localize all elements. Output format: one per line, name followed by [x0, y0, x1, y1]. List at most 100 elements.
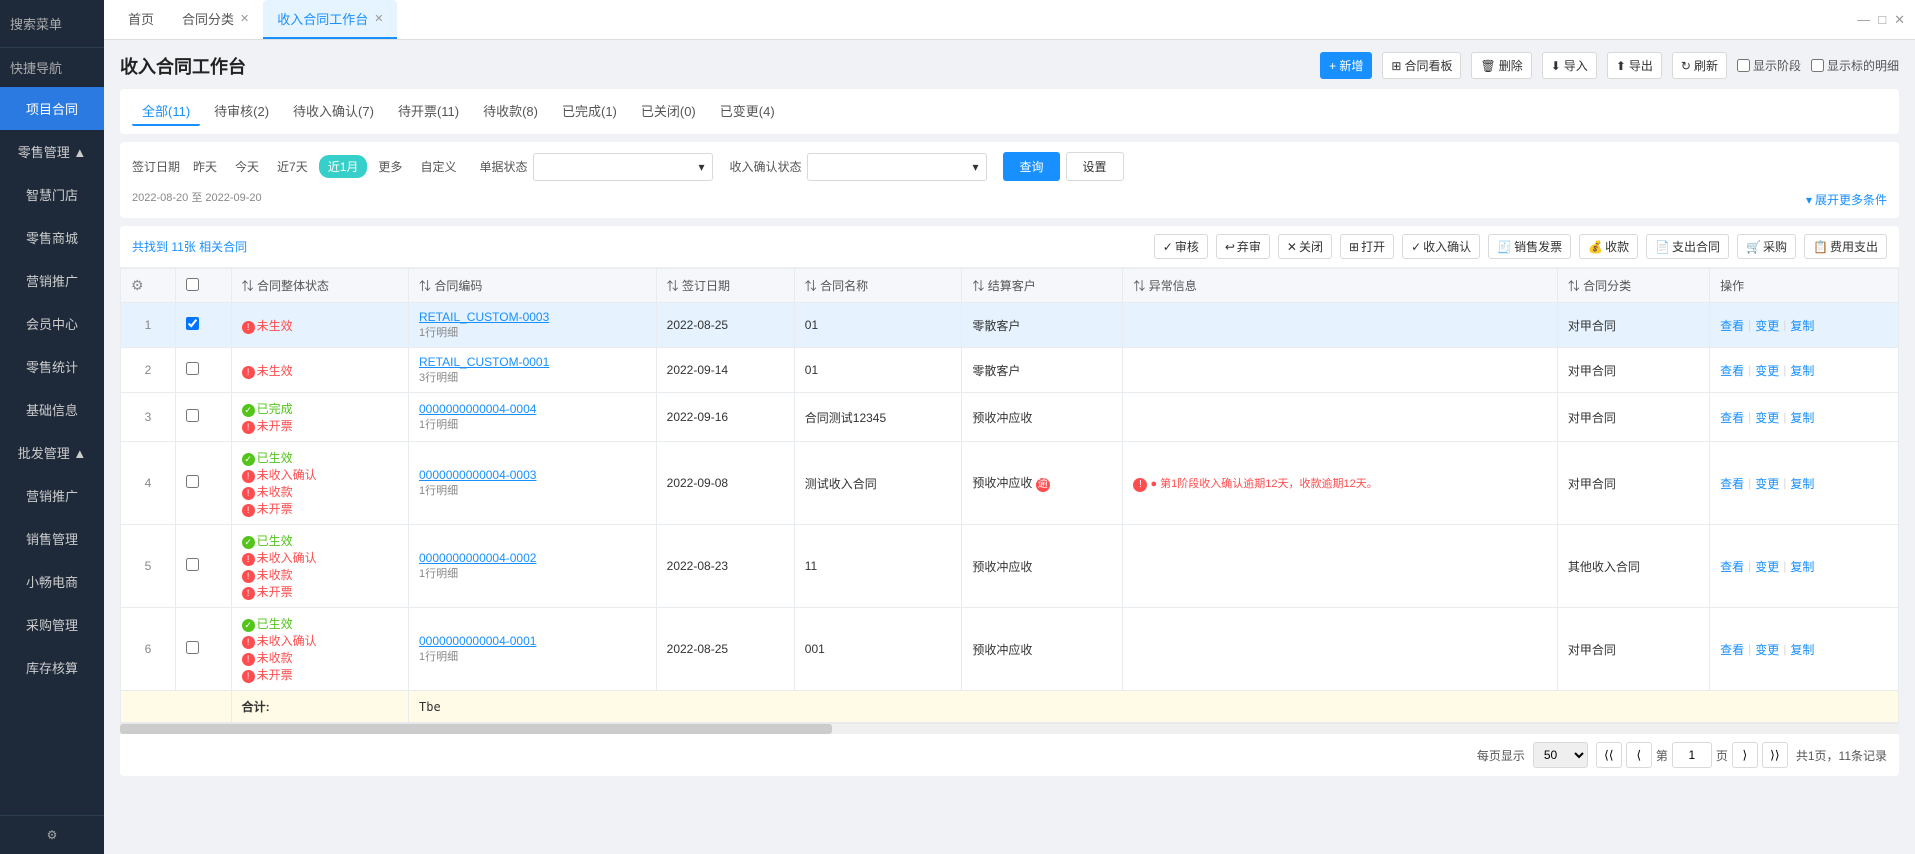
filter-tab-pending-income-confirm[interactable]: 待收入确认(7): [283, 97, 384, 126]
row-checkbox[interactable]: [175, 393, 231, 442]
sidebar-item-project-contract[interactable]: 项目合同: [0, 87, 104, 130]
table-action-print[interactable]: ⊞ 打开: [1340, 234, 1394, 259]
sidebar-item-marketing[interactable]: 营销推广: [0, 259, 104, 302]
row-action-变更[interactable]: 变更: [1755, 558, 1779, 575]
row-action-查看[interactable]: 查看: [1720, 641, 1744, 658]
sidebar-item-wholesale-mgmt[interactable]: 批发管理 ▲: [0, 431, 104, 474]
row-action-查看[interactable]: 查看: [1720, 475, 1744, 492]
sidebar-item-inventory[interactable]: 库存核算: [0, 646, 104, 689]
page-size-select[interactable]: 20 50 100: [1533, 742, 1588, 768]
row-action-变更[interactable]: 变更: [1755, 409, 1779, 426]
table-action-collect[interactable]: 💰 收款: [1579, 234, 1638, 259]
sidebar-item-purchase-mgmt[interactable]: 采购管理: [0, 603, 104, 646]
doc-status-select[interactable]: ▾: [533, 153, 713, 181]
filter-tab-pending-invoice[interactable]: 待开票(11): [388, 97, 469, 126]
date-shortcut-yesterday[interactable]: 昨天: [186, 155, 224, 178]
row-action-复制[interactable]: 复制: [1790, 362, 1814, 379]
sidebar-item-basic-info[interactable]: 基础信息: [0, 388, 104, 431]
export-button[interactable]: ⬆ 导出: [1607, 52, 1662, 79]
date-shortcut-last1month[interactable]: 近1月: [319, 155, 368, 178]
row-action-变更[interactable]: 变更: [1755, 362, 1779, 379]
tab-contract-category[interactable]: 合同分类 ✕: [168, 0, 263, 39]
row-action-复制[interactable]: 复制: [1790, 641, 1814, 658]
row-checkbox[interactable]: [175, 608, 231, 691]
date-shortcut-last7days[interactable]: 近7天: [270, 155, 315, 178]
sidebar-item-retail-management[interactable]: 零售管理 ▲: [0, 130, 104, 173]
table-action-sales-invoice[interactable]: 🧾 销售发票: [1488, 234, 1571, 259]
page-next-button[interactable]: ⟩: [1732, 742, 1758, 768]
tab-close-income-workbench[interactable]: ✕: [374, 12, 383, 25]
sidebar-settings[interactable]: ⚙: [0, 815, 104, 854]
page-last-button[interactable]: ⟩⟩: [1762, 742, 1788, 768]
tab-home[interactable]: 首页: [114, 0, 168, 39]
row-action-查看[interactable]: 查看: [1720, 558, 1744, 575]
row-action-查看[interactable]: 查看: [1720, 409, 1744, 426]
table-action-fee-output[interactable]: 📋 费用支出: [1804, 234, 1887, 259]
table-action-close[interactable]: ✕ 关闭: [1278, 234, 1332, 259]
row-action-变更[interactable]: 变更: [1755, 317, 1779, 334]
sidebar-search[interactable]: 搜索菜单: [0, 0, 104, 48]
sidebar-item-sales-mgmt[interactable]: 销售管理: [0, 517, 104, 560]
settings-icon[interactable]: ⚙: [131, 277, 144, 293]
table-action-purchase[interactable]: 🛒 采购: [1737, 234, 1796, 259]
setting-button[interactable]: 设置: [1066, 152, 1124, 181]
window-close[interactable]: ✕: [1894, 12, 1905, 28]
show-stages-checkbox[interactable]: 显示阶段: [1737, 57, 1801, 74]
new-button[interactable]: + 新增: [1320, 52, 1372, 79]
row-action-复制[interactable]: 复制: [1790, 558, 1814, 575]
row-action-复制[interactable]: 复制: [1790, 475, 1814, 492]
sidebar-item-marketing2[interactable]: 营销推广: [0, 474, 104, 517]
show-marks-checkbox[interactable]: 显示标的明细: [1811, 57, 1899, 74]
filter-tab-pending-review[interactable]: 待审核(2): [204, 97, 279, 126]
row-action-复制[interactable]: 复制: [1790, 317, 1814, 334]
contract-code-link[interactable]: 0000000000004-0003: [419, 468, 536, 482]
contract-code-link[interactable]: 0000000000004-0004: [419, 402, 536, 416]
row-checkbox[interactable]: [175, 303, 231, 348]
filter-tab-changed[interactable]: 已变更(4): [710, 97, 785, 126]
row-checkbox[interactable]: [175, 525, 231, 608]
h-scroll-bar[interactable]: [120, 723, 1899, 733]
contract-board-button[interactable]: ⊞ 合同看板: [1382, 52, 1461, 79]
tab-close-contract-category[interactable]: ✕: [240, 12, 249, 25]
row-action-变更[interactable]: 变更: [1755, 641, 1779, 658]
row-action-查看[interactable]: 查看: [1720, 317, 1744, 334]
contract-code-link[interactable]: 0000000000004-0001: [419, 634, 536, 648]
filter-tab-pending-collect[interactable]: 待收款(8): [473, 97, 548, 126]
tab-income-workbench[interactable]: 收入合同工作台 ✕: [263, 0, 397, 39]
sidebar-item-member-center[interactable]: 会员中心: [0, 302, 104, 345]
row-checkbox[interactable]: [175, 442, 231, 525]
query-button[interactable]: 查询: [1003, 152, 1059, 181]
row-checkbox[interactable]: [175, 348, 231, 393]
table-action-review[interactable]: ✓ 审核: [1154, 234, 1208, 259]
page-first-button[interactable]: ⟨⟨: [1596, 742, 1622, 768]
page-input[interactable]: [1672, 742, 1712, 768]
delete-button[interactable]: 🗑 删除: [1471, 52, 1531, 79]
sidebar-item-retail-stats[interactable]: 零售统计: [0, 345, 104, 388]
sidebar-item-retail-mall[interactable]: 零售商城: [0, 216, 104, 259]
refresh-button[interactable]: ↻ 刷新: [1672, 52, 1727, 79]
filter-tab-completed[interactable]: 已完成(1): [552, 97, 627, 126]
expand-conditions-button[interactable]: ▾ 展开更多条件: [1806, 191, 1887, 208]
table-action-abandon[interactable]: ↩ 弃审: [1216, 234, 1270, 259]
table-action-income-confirm[interactable]: ✓ 收入确认: [1402, 234, 1480, 259]
income-confirm-select[interactable]: ▾: [807, 153, 987, 181]
contract-code-link[interactable]: RETAIL_CUSTOM-0003: [419, 310, 549, 324]
sidebar-quick-nav[interactable]: 快捷导航: [0, 48, 104, 87]
filter-tab-all[interactable]: 全部(11): [132, 97, 200, 126]
date-shortcut-more[interactable]: 更多: [371, 155, 409, 178]
row-action-复制[interactable]: 复制: [1790, 409, 1814, 426]
sidebar-item-smart-store[interactable]: 智慧门店: [0, 173, 104, 216]
date-shortcut-today[interactable]: 今天: [228, 155, 266, 178]
filter-tab-closed[interactable]: 已关闭(0): [631, 97, 706, 126]
sidebar-item-xiaochangec[interactable]: 小畅电商: [0, 560, 104, 603]
import-button[interactable]: ⬇ 导入: [1542, 52, 1597, 79]
col-header-settings[interactable]: ⚙: [121, 269, 176, 303]
h-scroll-thumb[interactable]: [120, 724, 832, 734]
window-max[interactable]: □: [1878, 12, 1886, 27]
select-all-checkbox[interactable]: [186, 278, 199, 291]
date-shortcut-custom[interactable]: 自定义: [413, 155, 463, 178]
contract-code-link[interactable]: RETAIL_CUSTOM-0001: [419, 355, 549, 369]
table-action-output-contract[interactable]: 📄 支出合同: [1646, 234, 1729, 259]
contract-code-link[interactable]: 0000000000004-0002: [419, 551, 536, 565]
window-min[interactable]: —: [1857, 12, 1870, 27]
